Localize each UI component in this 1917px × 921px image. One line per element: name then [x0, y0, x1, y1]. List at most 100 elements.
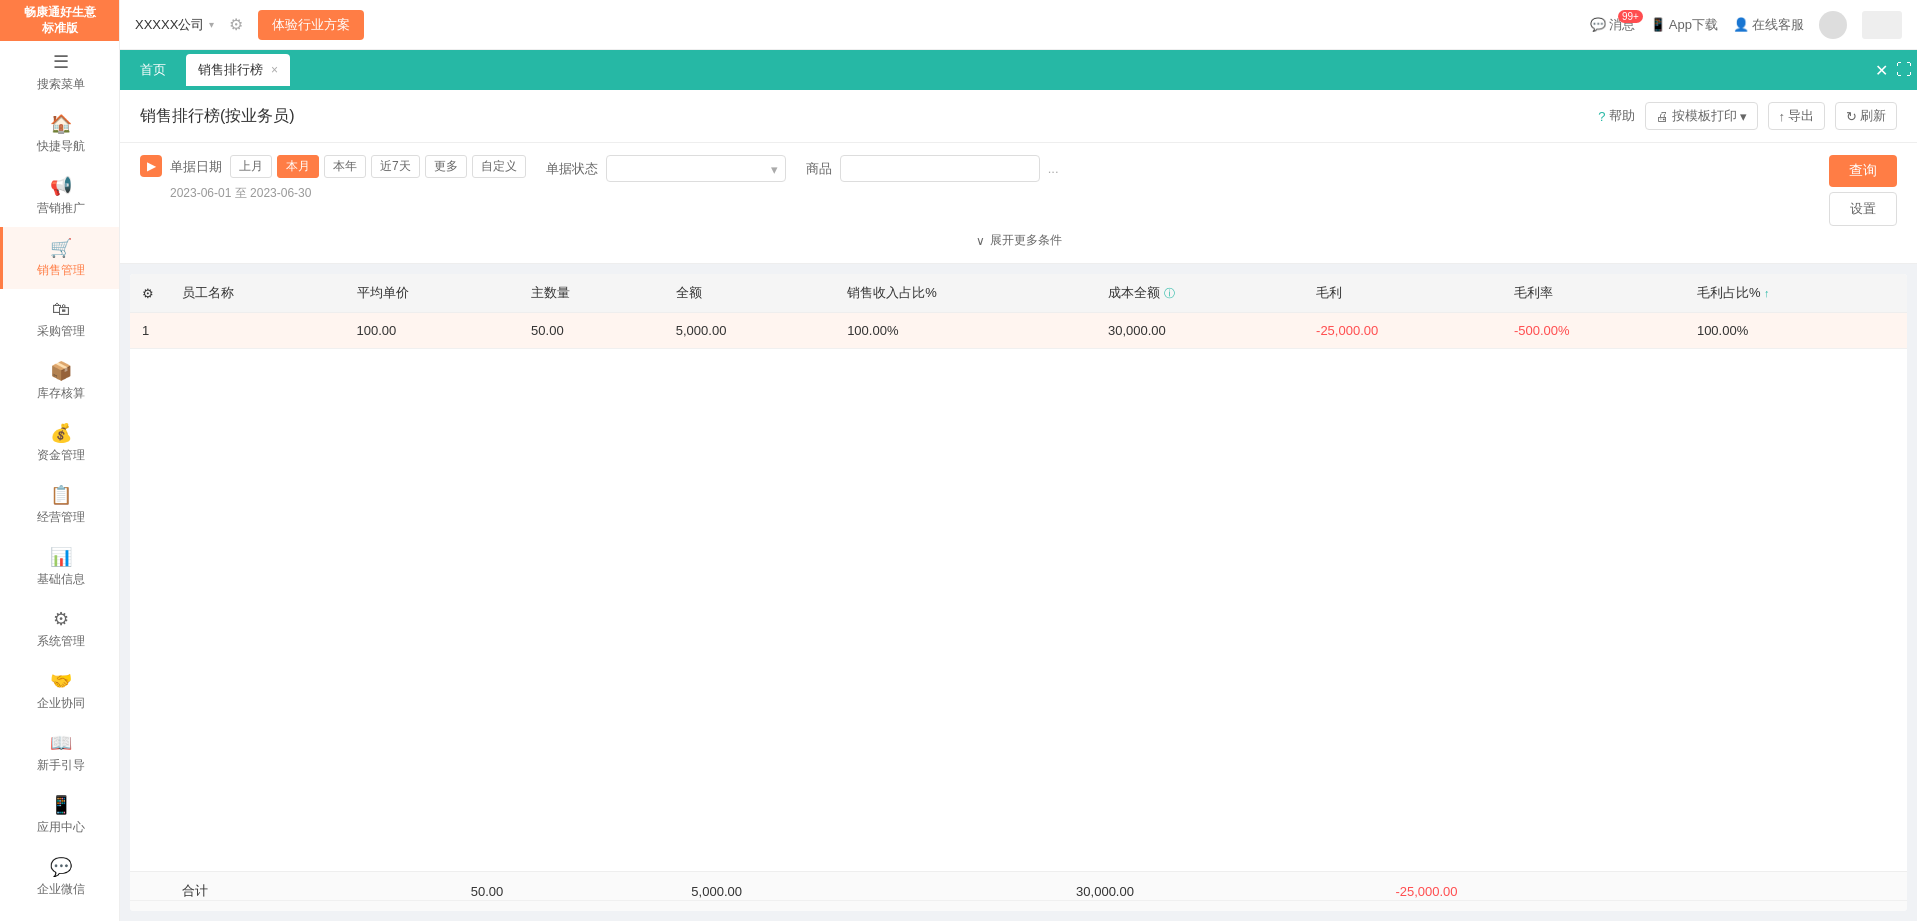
- data-table-wrap: ⚙ 员工名称 平均单价 主数量 全额 销售收入占比% 成本全额 ⓘ 毛利 毛利率…: [130, 274, 1907, 911]
- service-icon: 👤: [1733, 17, 1749, 32]
- cell-amount: 5,000.00: [664, 313, 835, 349]
- page-header: 销售排行榜(按业务员) ? 帮助 🖨 按模板打印 ▾ ↑ 导出 ↻ 刷新: [120, 90, 1917, 143]
- company-name: XXXXX公司: [135, 16, 204, 34]
- help-icon: ?: [1598, 109, 1605, 124]
- footer-avg: [365, 882, 459, 901]
- footer-main-qty: 50.00: [459, 882, 680, 901]
- message-icon: 💬: [1590, 17, 1606, 32]
- sidebar-item-app[interactable]: 📱 应用中心: [0, 784, 119, 846]
- sidebar-item-basic[interactable]: 📊 基础信息: [0, 536, 119, 598]
- sidebar-item-marketing[interactable]: 📢 营销推广: [0, 165, 119, 227]
- date-7days-btn[interactable]: 近7天: [371, 155, 420, 178]
- col-profit-rate: 毛利率: [1502, 274, 1685, 313]
- trial-button[interactable]: 体验行业方案: [258, 10, 364, 40]
- print-button[interactable]: 🖨 按模板打印 ▾: [1645, 102, 1758, 130]
- app-icon: 📱: [50, 794, 72, 816]
- filter-main-row: ▶ 单据日期 上月 本月 本年 近7天 更多 自定义: [140, 155, 1897, 226]
- status-select-wrap: [606, 155, 786, 182]
- cell-main-qty: 50.00: [519, 313, 664, 349]
- app-logo: 畅康通好生意 标准版: [0, 0, 119, 41]
- settings-button[interactable]: 设置: [1829, 192, 1897, 226]
- sidebar-item-member[interactable]: V 畅会员: [0, 908, 119, 921]
- tab-home[interactable]: 首页: [125, 50, 181, 90]
- tab-sales-ranking[interactable]: 销售排行榜 ×: [186, 54, 290, 86]
- cell-profit-rate: -500.00%: [1502, 313, 1685, 349]
- status-select[interactable]: [606, 155, 786, 182]
- sidebar-item-nav[interactable]: 🏠 快捷导航: [0, 103, 119, 165]
- footer-profit: -25,000.00: [1383, 882, 1719, 901]
- footer-row: 合计 50.00 5,000.00 30,000.00 -25,000.00: [130, 882, 1907, 901]
- message-button[interactable]: 💬 消息 99+: [1590, 16, 1635, 34]
- col-settings[interactable]: ⚙: [130, 274, 170, 313]
- filter-area: ▶ 单据日期 上月 本月 本年 近7天 更多 自定义: [120, 143, 1917, 264]
- sidebar-item-finance[interactable]: 💰 资金管理: [0, 412, 119, 474]
- sidebar-item-inventory[interactable]: 📦 库存核算: [0, 350, 119, 412]
- cell-profit-pct: 100.00%: [1685, 313, 1907, 349]
- message-badge: 99+: [1618, 10, 1643, 23]
- tab-maximize-icon[interactable]: ⛶: [1896, 61, 1912, 80]
- date-filter-section: 单据日期 上月 本月 本年 近7天 更多 自定义 2023-06-01 至 20…: [170, 155, 526, 202]
- sidebar-item-purchase[interactable]: 🛍 采购管理: [0, 289, 119, 350]
- sidebar-item-wechat[interactable]: 💬 企业微信: [0, 846, 119, 908]
- company-selector[interactable]: XXXXX公司 ▾: [135, 16, 214, 34]
- expand-more-btn[interactable]: ∨ 展开更多条件: [140, 226, 1897, 251]
- settings-gear-icon[interactable]: ⚙: [229, 15, 243, 34]
- sidebar-item-system[interactable]: ⚙ 系统管理: [0, 598, 119, 660]
- filter-arrow-btn[interactable]: ▶: [140, 155, 162, 177]
- marketing-icon: 📢: [50, 175, 72, 197]
- query-button[interactable]: 查询: [1829, 155, 1897, 187]
- footer-profit-pct: [1813, 882, 1907, 901]
- purchase-icon: 🛍: [52, 299, 70, 320]
- footer-cost-amount: 30,000.00: [1064, 882, 1383, 901]
- cell-cost-amount: 30,000.00: [1096, 313, 1304, 349]
- tab-close-window-icon[interactable]: ✕: [1875, 61, 1888, 80]
- help-button[interactable]: ? 帮助: [1598, 107, 1634, 125]
- basic-icon: 📊: [50, 546, 72, 568]
- col-cost-amount: 成本全额 ⓘ: [1096, 274, 1304, 313]
- goods-filter-input[interactable]: [840, 155, 1040, 182]
- print-dropdown-icon: ▾: [1740, 109, 1747, 124]
- date-this-month-btn[interactable]: 本月: [277, 155, 319, 178]
- col-sales-pct: 销售收入占比%: [835, 274, 1096, 313]
- refresh-button[interactable]: ↻ 刷新: [1835, 102, 1897, 130]
- finance-icon: 💰: [50, 422, 72, 444]
- sidebar-item-operation[interactable]: 📋 经营管理: [0, 474, 119, 536]
- export-button[interactable]: ↑ 导出: [1768, 102, 1826, 130]
- date-prev-month-btn[interactable]: 上月: [230, 155, 272, 178]
- expand-down-icon: ∨: [976, 234, 985, 248]
- status-filter-label: 单据状态: [546, 160, 598, 178]
- date-filter-label: 单据日期: [170, 158, 222, 176]
- date-range-display: 2023-06-01 至 2023-06-30: [170, 185, 526, 202]
- tab-close-icon[interactable]: ×: [271, 63, 278, 77]
- system-icon: ⚙: [53, 608, 69, 630]
- guide-icon: 📖: [50, 732, 72, 754]
- content-area: 销售排行榜(按业务员) ? 帮助 🖨 按模板打印 ▾ ↑ 导出 ↻ 刷新: [120, 90, 1917, 921]
- app-download-button[interactable]: 📱 App下载: [1650, 16, 1718, 34]
- sidebar-item-guide[interactable]: 📖 新手引导: [0, 722, 119, 784]
- footer-total-label: 合计: [170, 882, 365, 901]
- user-avatar[interactable]: [1819, 11, 1847, 39]
- footer-empty1: [130, 882, 170, 901]
- date-buttons: 上月 本月 本年 近7天 更多 自定义: [230, 155, 526, 178]
- table-scroll-area[interactable]: ⚙ 员工名称 平均单价 主数量 全额 销售收入占比% 成本全额 ⓘ 毛利 毛利率…: [130, 274, 1907, 871]
- sidebar: 畅康通好生意 标准版 ☰ 搜索菜单 🏠 快捷导航 📢 营销推广 🛒 销售管理 🛍…: [0, 0, 120, 921]
- main-area: XXXXX公司 ▾ ⚙ 体验行业方案 💬 消息 99+ 📱 App下载 👤 在线…: [120, 0, 1917, 921]
- wechat-icon: 💬: [50, 856, 72, 878]
- refresh-icon: ↻: [1846, 109, 1857, 124]
- date-this-year-btn[interactable]: 本年: [324, 155, 366, 178]
- date-custom-btn[interactable]: 自定义: [472, 155, 526, 178]
- sidebar-item-search[interactable]: ☰ 搜索菜单: [0, 41, 119, 103]
- online-service-button[interactable]: 👤 在线客服: [1733, 16, 1804, 34]
- sidebar-item-collab[interactable]: 🤝 企业协同: [0, 660, 119, 722]
- user-name-area: [1862, 11, 1902, 39]
- cell-rank: 1: [130, 313, 170, 349]
- download-icon: 📱: [1650, 17, 1666, 32]
- date-more-btn[interactable]: 更多: [425, 155, 467, 178]
- col-amount: 全额: [664, 274, 835, 313]
- goods-filter-label: 商品: [806, 160, 832, 178]
- tab-controls: ✕ ⛶: [1875, 61, 1912, 80]
- cell-profit: -25,000.00: [1304, 313, 1502, 349]
- page-title: 销售排行榜(按业务员): [140, 106, 295, 139]
- sidebar-item-sales[interactable]: 🛒 销售管理: [0, 227, 119, 289]
- goods-more-icon[interactable]: ...: [1048, 161, 1059, 176]
